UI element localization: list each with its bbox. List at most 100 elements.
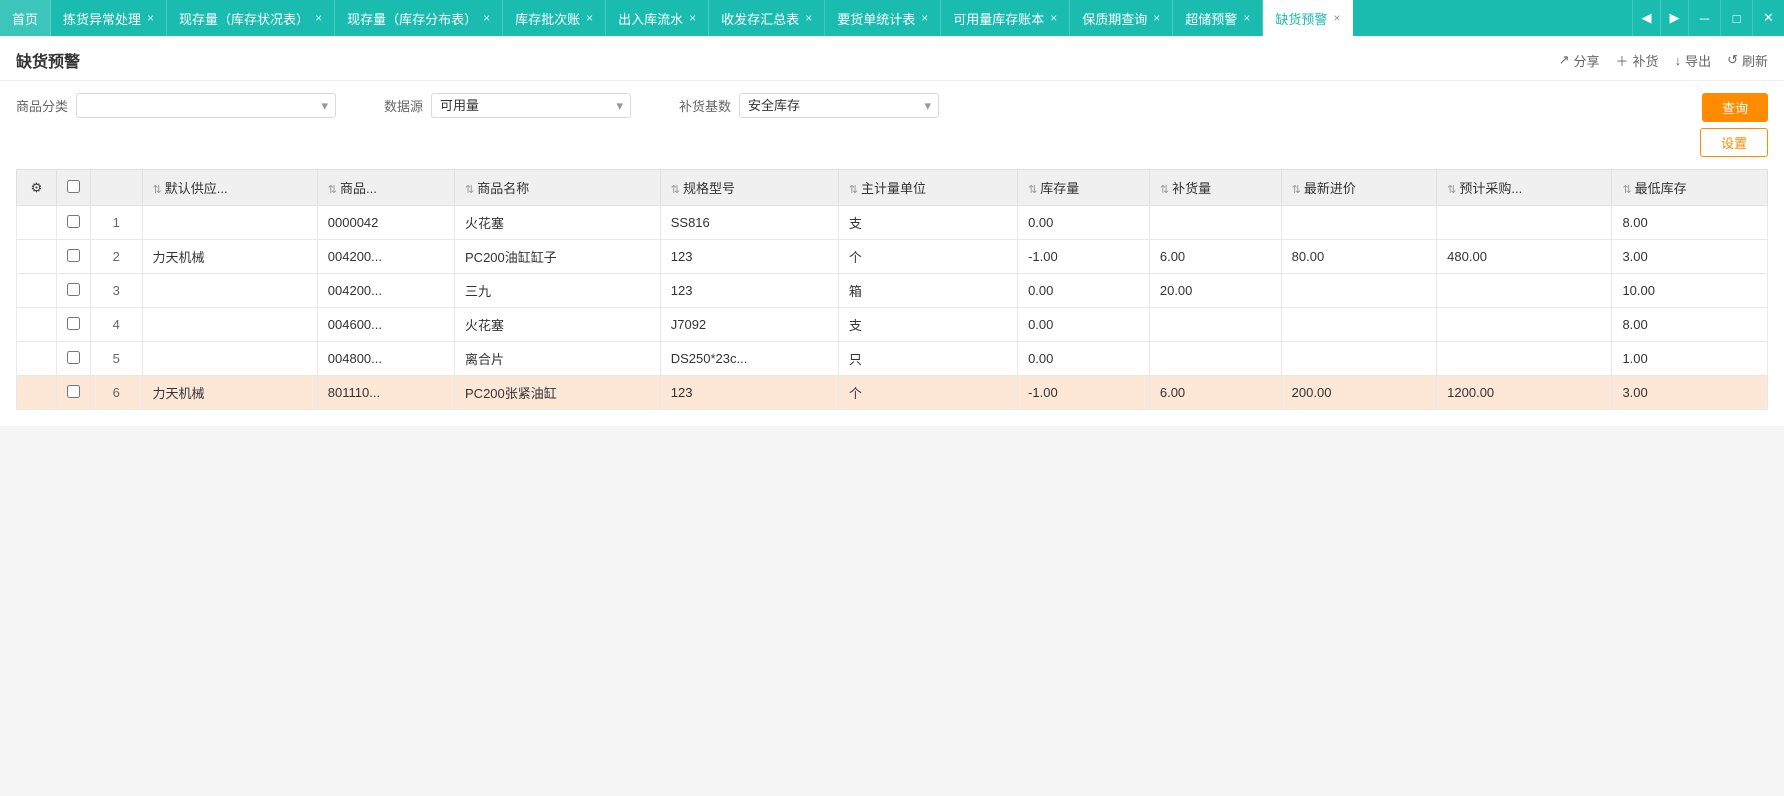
row-spec: 123 [660, 240, 838, 274]
row-checkbox-cell[interactable] [57, 376, 91, 410]
table-row: 3 004200... 三九 123 箱 0.00 20.00 10.00 [17, 274, 1768, 308]
settings-button[interactable]: 设置 [1700, 128, 1768, 157]
row-supplier [142, 206, 317, 240]
tab-close-icon[interactable]: × [805, 11, 812, 25]
tab-yaohuo[interactable]: 要货单统计表 × [825, 0, 941, 36]
row-checkbox[interactable] [67, 317, 80, 330]
col-settings[interactable]: ⚙ [17, 170, 57, 206]
top-navigation: 首页 拣货异常处理 × 现存量（库存状况表） × 现存量（库存分布表） × 库存… [0, 0, 1784, 36]
col-estimated[interactable]: ⇅预计采购... [1437, 170, 1612, 206]
table-row: 1 0000042 火花塞 SS816 支 0.00 8.00 [17, 206, 1768, 240]
row-checkbox-cell[interactable] [57, 342, 91, 376]
col-supplier[interactable]: ⇅默认供应... [142, 170, 317, 206]
row-replenish: 20.00 [1149, 274, 1281, 308]
row-checkbox[interactable] [67, 283, 80, 296]
refresh-label: 刷新 [1742, 51, 1768, 70]
nav-next-arrow[interactable]: ▶ [1660, 0, 1688, 36]
filter-bar: 商品分类 数据源 可用量 补货基数 [0, 81, 1784, 169]
row-estimated: 480.00 [1437, 240, 1612, 274]
row-stock: 0.00 [1018, 308, 1150, 342]
col-replenish[interactable]: ⇅补货量 [1149, 170, 1281, 206]
query-button[interactable]: 查询 [1702, 93, 1768, 122]
row-gear [17, 274, 57, 308]
category-select[interactable] [76, 93, 336, 118]
row-checkbox[interactable] [67, 215, 80, 228]
row-replenish: 6.00 [1149, 376, 1281, 410]
row-checkbox[interactable] [67, 385, 80, 398]
row-supplier [142, 308, 317, 342]
row-latest-price [1281, 206, 1437, 240]
tab-xiancunliang1[interactable]: 现存量（库存状况表） × [167, 0, 335, 36]
row-checkbox-cell[interactable] [57, 240, 91, 274]
row-unit: 个 [838, 240, 1017, 274]
window-maximize-button[interactable]: □ [1720, 0, 1752, 36]
row-spec: DS250*23c... [660, 342, 838, 376]
tab-baozhi[interactable]: 保质期查询 × [1070, 0, 1173, 36]
row-gear [17, 206, 57, 240]
col-unit[interactable]: ⇅主计量单位 [838, 170, 1017, 206]
tab-close-icon[interactable]: × [1050, 11, 1057, 25]
col-spec[interactable]: ⇅规格型号 [660, 170, 838, 206]
tab-shoufacun[interactable]: 收发存汇总表 × [709, 0, 825, 36]
tab-churuku[interactable]: 出入库流水 × [606, 0, 709, 36]
replenish-base-select[interactable]: 安全库存 [739, 93, 939, 118]
row-gear [17, 342, 57, 376]
col-latest-price[interactable]: ⇅最新进价 [1281, 170, 1437, 206]
datasource-select[interactable]: 可用量 [431, 93, 631, 118]
nav-prev-arrow[interactable]: ◀ [1632, 0, 1660, 36]
col-stock[interactable]: ⇅库存量 [1018, 170, 1150, 206]
col-code[interactable]: ⇅商品... [317, 170, 454, 206]
tab-jianhuoyichang[interactable]: 拣货异常处理 × [51, 0, 167, 36]
tab-close-icon[interactable]: × [483, 11, 490, 25]
tab-label: 可用量库存账本 [953, 9, 1044, 28]
col-min-stock[interactable]: ⇅最低库存 [1612, 170, 1768, 206]
row-replenish: 6.00 [1149, 240, 1281, 274]
row-checkbox-cell[interactable] [57, 206, 91, 240]
row-latest-price [1281, 308, 1437, 342]
row-min-stock: 1.00 [1612, 342, 1768, 376]
row-checkbox-cell[interactable] [57, 308, 91, 342]
window-close-button[interactable]: ✕ [1752, 0, 1784, 36]
row-spec: SS816 [660, 206, 838, 240]
tab-keyongliang[interactable]: 可用量库存账本 × [941, 0, 1070, 36]
tab-label: 拣货异常处理 [63, 9, 141, 28]
row-checkbox-cell[interactable] [57, 274, 91, 308]
tab-quehuo[interactable]: 缺货预警 × [1263, 0, 1353, 36]
col-checkbox[interactable] [57, 170, 91, 206]
row-replenish [1149, 308, 1281, 342]
share-action[interactable]: ↗ 分享 [1559, 51, 1600, 70]
window-minimize-button[interactable]: － [1688, 0, 1720, 36]
tab-close-icon[interactable]: × [689, 11, 696, 25]
tab-close-icon[interactable]: × [147, 11, 154, 25]
tab-kucunpici[interactable]: 库存批次账 × [503, 0, 606, 36]
tab-xiancunliang2[interactable]: 现存量（库存分布表） × [335, 0, 503, 36]
page-title: 缺货预警 [16, 48, 80, 72]
row-supplier [142, 274, 317, 308]
tab-home[interactable]: 首页 [0, 0, 51, 36]
row-code: 004200... [317, 274, 454, 308]
tab-close-icon[interactable]: × [1243, 11, 1250, 25]
row-stock: -1.00 [1018, 376, 1150, 410]
row-checkbox[interactable] [67, 351, 80, 364]
row-spec: 123 [660, 376, 838, 410]
category-filter-label: 商品分类 [16, 96, 68, 115]
tab-close-icon[interactable]: × [315, 11, 322, 25]
tab-close-icon[interactable]: × [1333, 11, 1340, 25]
select-all-checkbox[interactable] [67, 180, 80, 193]
filter-row: 商品分类 数据源 可用量 补货基数 [16, 93, 1680, 118]
replenish-action[interactable]: ＋ 补货 [1616, 51, 1659, 70]
tab-close-icon[interactable]: × [921, 11, 928, 25]
tab-label: 出入库流水 [618, 9, 683, 28]
col-name[interactable]: ⇅商品名称 [455, 170, 661, 206]
tab-close-icon[interactable]: × [1153, 11, 1160, 25]
row-replenish [1149, 206, 1281, 240]
datasource-filter-group: 数据源 可用量 [384, 93, 631, 118]
tab-label: 缺货预警 [1275, 9, 1327, 28]
tab-close-icon[interactable]: × [586, 11, 593, 25]
refresh-action[interactable]: ↺ 刷新 [1727, 51, 1768, 70]
datasource-filter-label: 数据源 [384, 96, 423, 115]
row-checkbox[interactable] [67, 249, 80, 262]
tab-chaochuyujing[interactable]: 超储预警 × [1173, 0, 1263, 36]
export-action[interactable]: ↓ 导出 [1675, 51, 1712, 70]
tab-label: 要货单统计表 [837, 9, 915, 28]
